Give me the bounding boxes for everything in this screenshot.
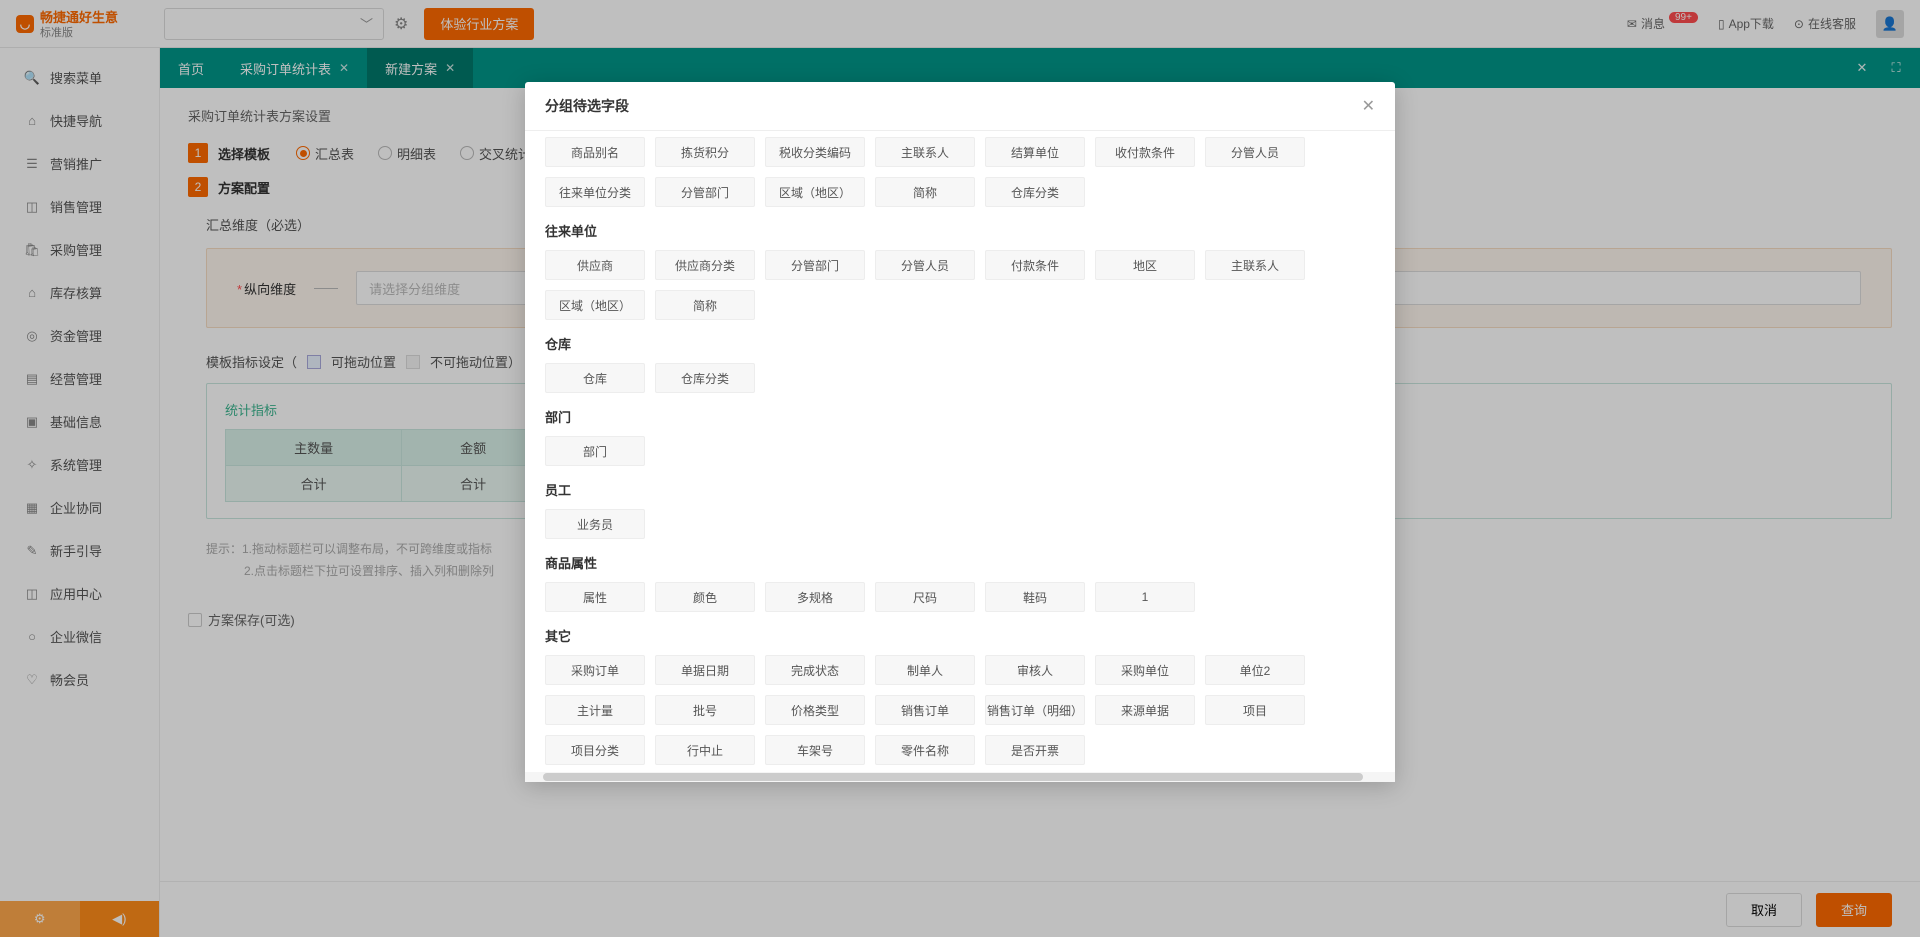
field-chip[interactable]: 多规格 (765, 582, 865, 612)
field-chip[interactable]: 区域（地区） (545, 290, 645, 320)
field-chip[interactable]: 供应商分类 (655, 250, 755, 280)
field-chip[interactable]: 主联系人 (875, 137, 975, 167)
field-chip[interactable]: 项目分类 (545, 735, 645, 765)
field-chip[interactable]: 项目 (1205, 695, 1305, 725)
field-chip[interactable]: 零件名称 (875, 735, 975, 765)
field-chip[interactable]: 单据日期 (655, 655, 755, 685)
field-chip[interactable]: 分管人员 (1205, 137, 1305, 167)
field-chip[interactable]: 仓库分类 (985, 177, 1085, 207)
field-group-title: 仓库 (545, 334, 1375, 353)
field-chip[interactable]: 分管部门 (655, 177, 755, 207)
field-chip[interactable]: 往来单位分类 (545, 177, 645, 207)
field-chip[interactable]: 仓库分类 (655, 363, 755, 393)
field-chip[interactable]: 主计量 (545, 695, 645, 725)
field-chip[interactable]: 区域（地区） (765, 177, 865, 207)
field-chip[interactable]: 简称 (655, 290, 755, 320)
field-chip[interactable]: 价格类型 (765, 695, 865, 725)
field-chip[interactable]: 来源单据 (1095, 695, 1195, 725)
field-chip[interactable]: 主联系人 (1205, 250, 1305, 280)
field-chip[interactable]: 分管部门 (765, 250, 865, 280)
modal-close-button[interactable]: ✕ (1362, 96, 1375, 116)
field-chip[interactable]: 税收分类编码 (765, 137, 865, 167)
field-chip[interactable]: 供应商 (545, 250, 645, 280)
field-chip[interactable]: 审核人 (985, 655, 1085, 685)
field-chip[interactable]: 采购订单 (545, 655, 645, 685)
field-chip[interactable]: 尺码 (875, 582, 975, 612)
field-chip[interactable]: 业务员 (545, 509, 645, 539)
field-group-title: 商品属性 (545, 553, 1375, 572)
field-group-title: 其它 (545, 626, 1375, 645)
field-chip[interactable]: 鞋码 (985, 582, 1085, 612)
field-chip[interactable]: 仓库 (545, 363, 645, 393)
field-group-title: 员工 (545, 480, 1375, 499)
field-chip[interactable]: 简称 (875, 177, 975, 207)
field-group-title: 部门 (545, 407, 1375, 426)
modal-title: 分组待选字段 (545, 96, 629, 116)
field-chip[interactable]: 是否开票 (985, 735, 1085, 765)
field-chip[interactable]: 单位2 (1205, 655, 1305, 685)
field-chip[interactable]: 部门 (545, 436, 645, 466)
field-group-title: 往来单位 (545, 221, 1375, 240)
field-chip[interactable]: 颜色 (655, 582, 755, 612)
field-chip[interactable]: 收付款条件 (1095, 137, 1195, 167)
field-chip[interactable]: 行中止 (655, 735, 755, 765)
field-chip[interactable]: 完成状态 (765, 655, 865, 685)
field-chip[interactable]: 结算单位 (985, 137, 1085, 167)
field-chip[interactable]: 销售订单（明细） (985, 695, 1085, 725)
field-chip[interactable]: 付款条件 (985, 250, 1085, 280)
field-chip[interactable]: 批号 (655, 695, 755, 725)
field-chip[interactable]: 1 (1095, 582, 1195, 612)
field-chip[interactable]: 销售订单 (875, 695, 975, 725)
field-chip[interactable]: 采购单位 (1095, 655, 1195, 685)
field-picker-modal: 分组待选字段 ✕ 商品别名拣货积分税收分类编码主联系人结算单位收付款条件分管人员… (525, 82, 1395, 782)
field-chip[interactable]: 分管人员 (875, 250, 975, 280)
field-chip[interactable]: 拣货积分 (655, 137, 755, 167)
horizontal-scrollbar[interactable] (525, 772, 1395, 782)
field-chip[interactable]: 地区 (1095, 250, 1195, 280)
field-chip[interactable]: 商品别名 (545, 137, 645, 167)
field-chip[interactable]: 车架号 (765, 735, 865, 765)
field-chip[interactable]: 制单人 (875, 655, 975, 685)
field-chip[interactable]: 属性 (545, 582, 645, 612)
